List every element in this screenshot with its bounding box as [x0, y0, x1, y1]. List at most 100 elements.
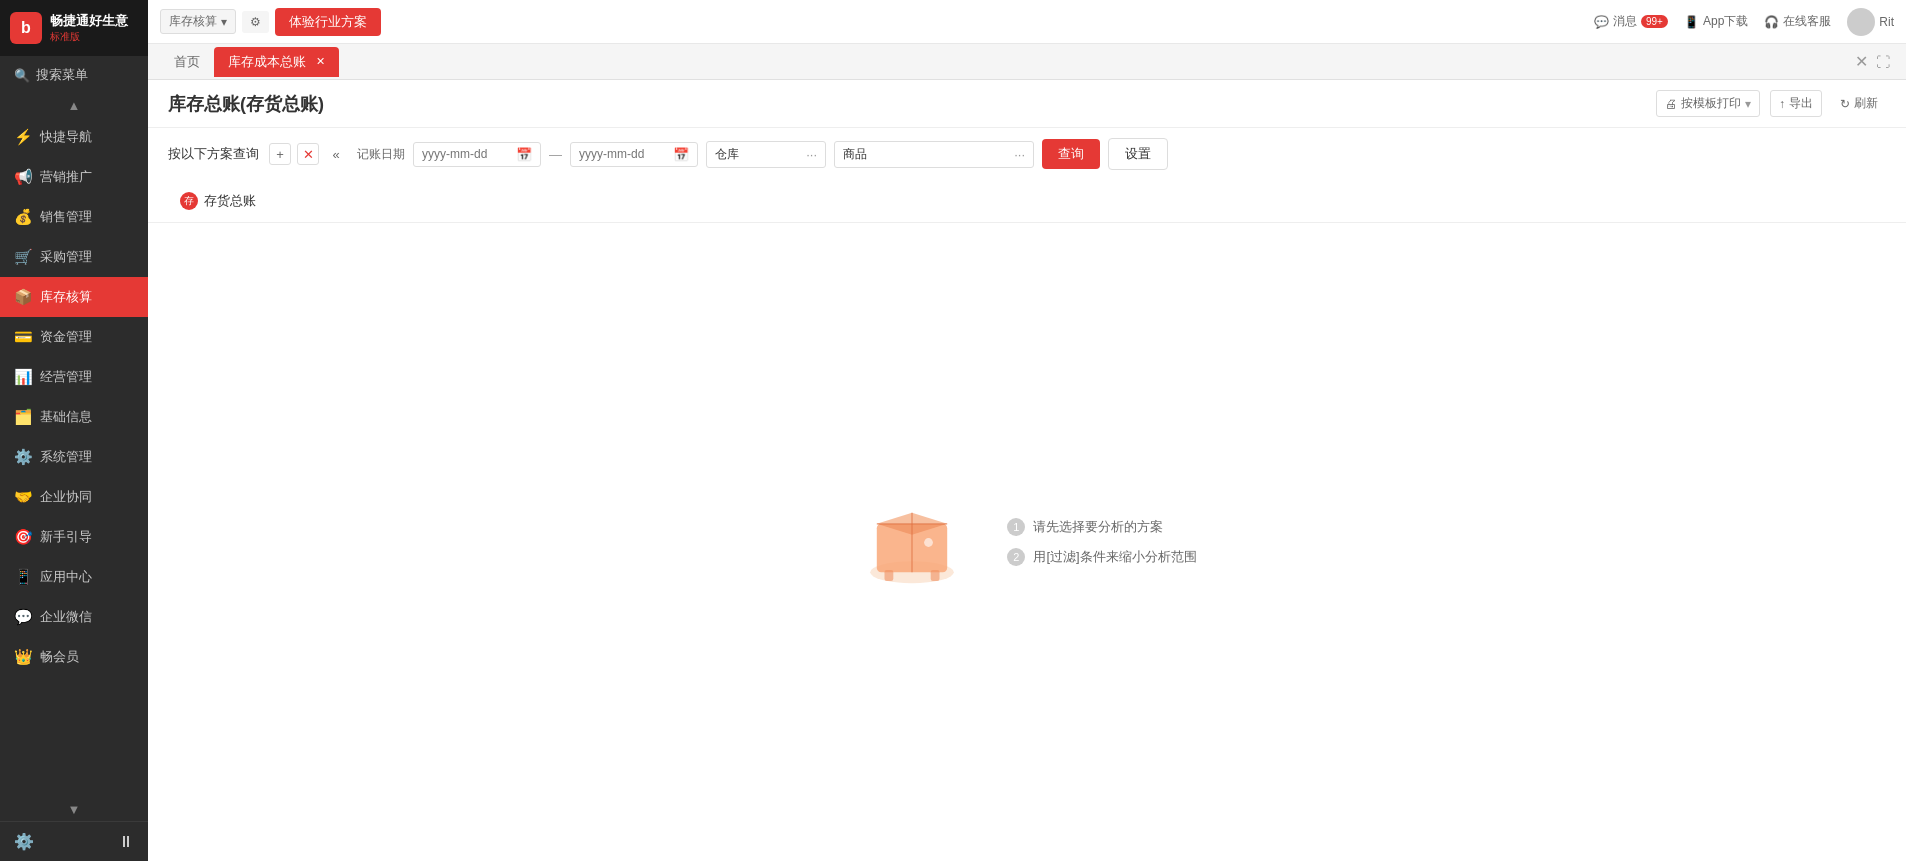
message-btn[interactable]: 💬 消息 99+ — [1594, 13, 1668, 30]
member-icon: 👑 — [14, 648, 32, 666]
message-icon: 💬 — [1594, 15, 1609, 29]
industry-btn[interactable]: 体验行业方案 — [275, 8, 381, 36]
sidebar-item-finance[interactable]: 💳 资金管理 — [0, 317, 148, 357]
logo-text: 畅捷通好生意 标准版 — [50, 13, 128, 43]
svg-rect-6 — [931, 570, 940, 581]
print-label: 按模板打印 — [1681, 95, 1741, 112]
inventory-cost-tab-label: 库存成本总账 — [228, 53, 306, 71]
sidebar-item-member[interactable]: 👑 畅会员 — [0, 637, 148, 677]
date-start-input[interactable] — [422, 147, 512, 161]
page-actions: 🖨 按模板打印 ▾ ↑ 导出 ↻ 刷新 — [1656, 90, 1886, 117]
breadcrumb-chevron: ▾ — [221, 15, 227, 29]
filter-inputs: 记账日期 📅 — 📅 仓库 ··· 商品 ··· — [357, 138, 1886, 170]
tip-text-2: 用[过滤]条件来缩小分析范围 — [1033, 548, 1196, 566]
sidebar-item-label: 快捷导航 — [40, 128, 92, 146]
message-badge: 99+ — [1641, 15, 1668, 28]
empty-illustration — [857, 482, 977, 602]
sidebar-item-sales[interactable]: 💰 销售管理 — [0, 197, 148, 237]
sidebar-bottom: ⚙️ ⏸ — [0, 821, 148, 861]
sidebar-item-basic[interactable]: 🗂️ 基础信息 — [0, 397, 148, 437]
basic-icon: 🗂️ — [14, 408, 32, 426]
remove-scheme-btn[interactable]: ✕ — [297, 143, 319, 165]
refresh-btn[interactable]: ↻ 刷新 — [1832, 91, 1886, 116]
sidebar-item-label: 新手引导 — [40, 528, 92, 546]
sidebar-item-label: 资金管理 — [40, 328, 92, 346]
app-name: 畅捷通好生意 — [50, 13, 128, 30]
gear-settings-btn[interactable]: ⚙ — [242, 11, 269, 33]
tab-inventory-cost[interactable]: 库存成本总账 ✕ — [214, 47, 339, 77]
online-service-btn[interactable]: 🎧 在线客服 — [1764, 13, 1831, 30]
tab-close-icon[interactable]: ✕ — [316, 55, 325, 68]
calendar-end-icon[interactable]: 📅 — [673, 147, 689, 162]
app-version: 标准版 — [50, 30, 128, 43]
print-dropdown-icon: ▾ — [1745, 97, 1751, 111]
set-btn[interactable]: 设置 — [1108, 138, 1168, 170]
filter-label: 按以下方案查询 — [168, 145, 259, 163]
topbar-left: 库存核算 ▾ ⚙ 体验行业方案 — [160, 8, 1586, 36]
sidebar-item-label: 营销推广 — [40, 168, 92, 186]
sidebar-item-marketing[interactable]: 📢 营销推广 — [0, 157, 148, 197]
breadcrumb[interactable]: 库存核算 ▾ — [160, 9, 236, 34]
sidebar-item-app-center[interactable]: 📱 应用中心 — [0, 557, 148, 597]
date-start-field[interactable]: 📅 — [413, 142, 541, 167]
date-end-input[interactable] — [579, 147, 669, 161]
purchase-icon: 🛒 — [14, 248, 32, 266]
newbie-icon: 🎯 — [14, 528, 32, 546]
panel-expand-icon[interactable]: ⛶ — [1876, 54, 1890, 70]
sidebar-item-label: 销售管理 — [40, 208, 92, 226]
breadcrumb-text: 库存核算 — [169, 13, 217, 30]
panel-close-icon[interactable]: ✕ — [1855, 52, 1868, 71]
query-btn[interactable]: 查询 — [1042, 139, 1100, 169]
sidebar-item-inventory[interactable]: 📦 库存核算 — [0, 277, 148, 317]
inventory-icon: 📦 — [14, 288, 32, 306]
sidebar-item-wechat[interactable]: 💬 企业微信 — [0, 597, 148, 637]
sidebar-scroll-up[interactable]: ▲ — [0, 94, 148, 117]
collapse-icon[interactable]: ⏸ — [118, 833, 134, 851]
tip-num-2: 2 — [1007, 548, 1025, 566]
search-menu-label: 搜索菜单 — [36, 66, 88, 84]
svg-rect-5 — [885, 570, 894, 581]
warehouse-more-icon: ··· — [806, 147, 817, 162]
calendar-start-icon[interactable]: 📅 — [516, 147, 532, 162]
user-menu[interactable]: Rit — [1847, 8, 1894, 36]
product-field[interactable]: 商品 ··· — [834, 141, 1034, 168]
sidebar-scroll-down[interactable]: ▼ — [0, 798, 148, 821]
export-btn[interactable]: ↑ 导出 — [1770, 90, 1822, 117]
operation-icon: 📊 — [14, 368, 32, 386]
date-end-field[interactable]: 📅 — [570, 142, 698, 167]
scheme-label: 存货总账 — [204, 192, 256, 210]
service-label: 在线客服 — [1783, 13, 1831, 30]
settings-icon[interactable]: ⚙️ — [14, 832, 34, 851]
product-more-icon: ··· — [1014, 147, 1025, 162]
cooperation-icon: 🤝 — [14, 488, 32, 506]
export-label: 导出 — [1789, 95, 1813, 112]
warehouse-field[interactable]: 仓库 ··· — [706, 141, 826, 168]
sidebar-item-newbie[interactable]: 🎯 新手引导 — [0, 517, 148, 557]
app-download-label: App下载 — [1703, 13, 1748, 30]
sidebar-item-label: 企业协同 — [40, 488, 92, 506]
collapse-filter-btn[interactable]: « — [325, 143, 347, 165]
sidebar-item-purchase[interactable]: 🛒 采购管理 — [0, 237, 148, 277]
add-scheme-btn[interactable]: + — [269, 143, 291, 165]
empty-state: 1 请先选择要分析的方案 2 用[过滤]条件来缩小分析范围 — [148, 223, 1906, 861]
scheme-item-stock-ledger[interactable]: 存 存货总账 — [168, 186, 268, 216]
warehouse-label: 仓库 — [715, 146, 739, 163]
sidebar-item-quick-nav[interactable]: ⚡ 快捷导航 — [0, 117, 148, 157]
app-download-btn[interactable]: 📱 App下载 — [1684, 13, 1748, 30]
tip-item-2: 2 用[过滤]条件来缩小分析范围 — [1007, 548, 1196, 566]
sidebar-item-cooperation[interactable]: 🤝 企业协同 — [0, 477, 148, 517]
service-icon: 🎧 — [1764, 15, 1779, 29]
search-menu[interactable]: 🔍 搜索菜单 — [0, 56, 148, 94]
sidebar-nav: ⚡ 快捷导航 📢 营销推广 💰 销售管理 🛒 采购管理 📦 库存核算 💳 资金管… — [0, 117, 148, 798]
sidebar-item-operation[interactable]: 📊 经营管理 — [0, 357, 148, 397]
sidebar-item-system[interactable]: ⚙️ 系统管理 — [0, 437, 148, 477]
tabbar: 首页 库存成本总账 ✕ ✕ ⛶ — [148, 44, 1906, 80]
app-download-icon: 📱 — [1684, 15, 1699, 29]
print-btn[interactable]: 🖨 按模板打印 ▾ — [1656, 90, 1760, 117]
svg-point-4 — [924, 538, 933, 547]
tab-home[interactable]: 首页 — [160, 47, 214, 77]
filter-bar: 按以下方案查询 + ✕ « 记账日期 📅 — 📅 仓库 — [148, 128, 1906, 180]
wechat-icon: 💬 — [14, 608, 32, 626]
sidebar-item-label: 采购管理 — [40, 248, 92, 266]
main-content: 库存核算 ▾ ⚙ 体验行业方案 💬 消息 99+ 📱 App下载 🎧 在线客服 — [148, 0, 1906, 861]
